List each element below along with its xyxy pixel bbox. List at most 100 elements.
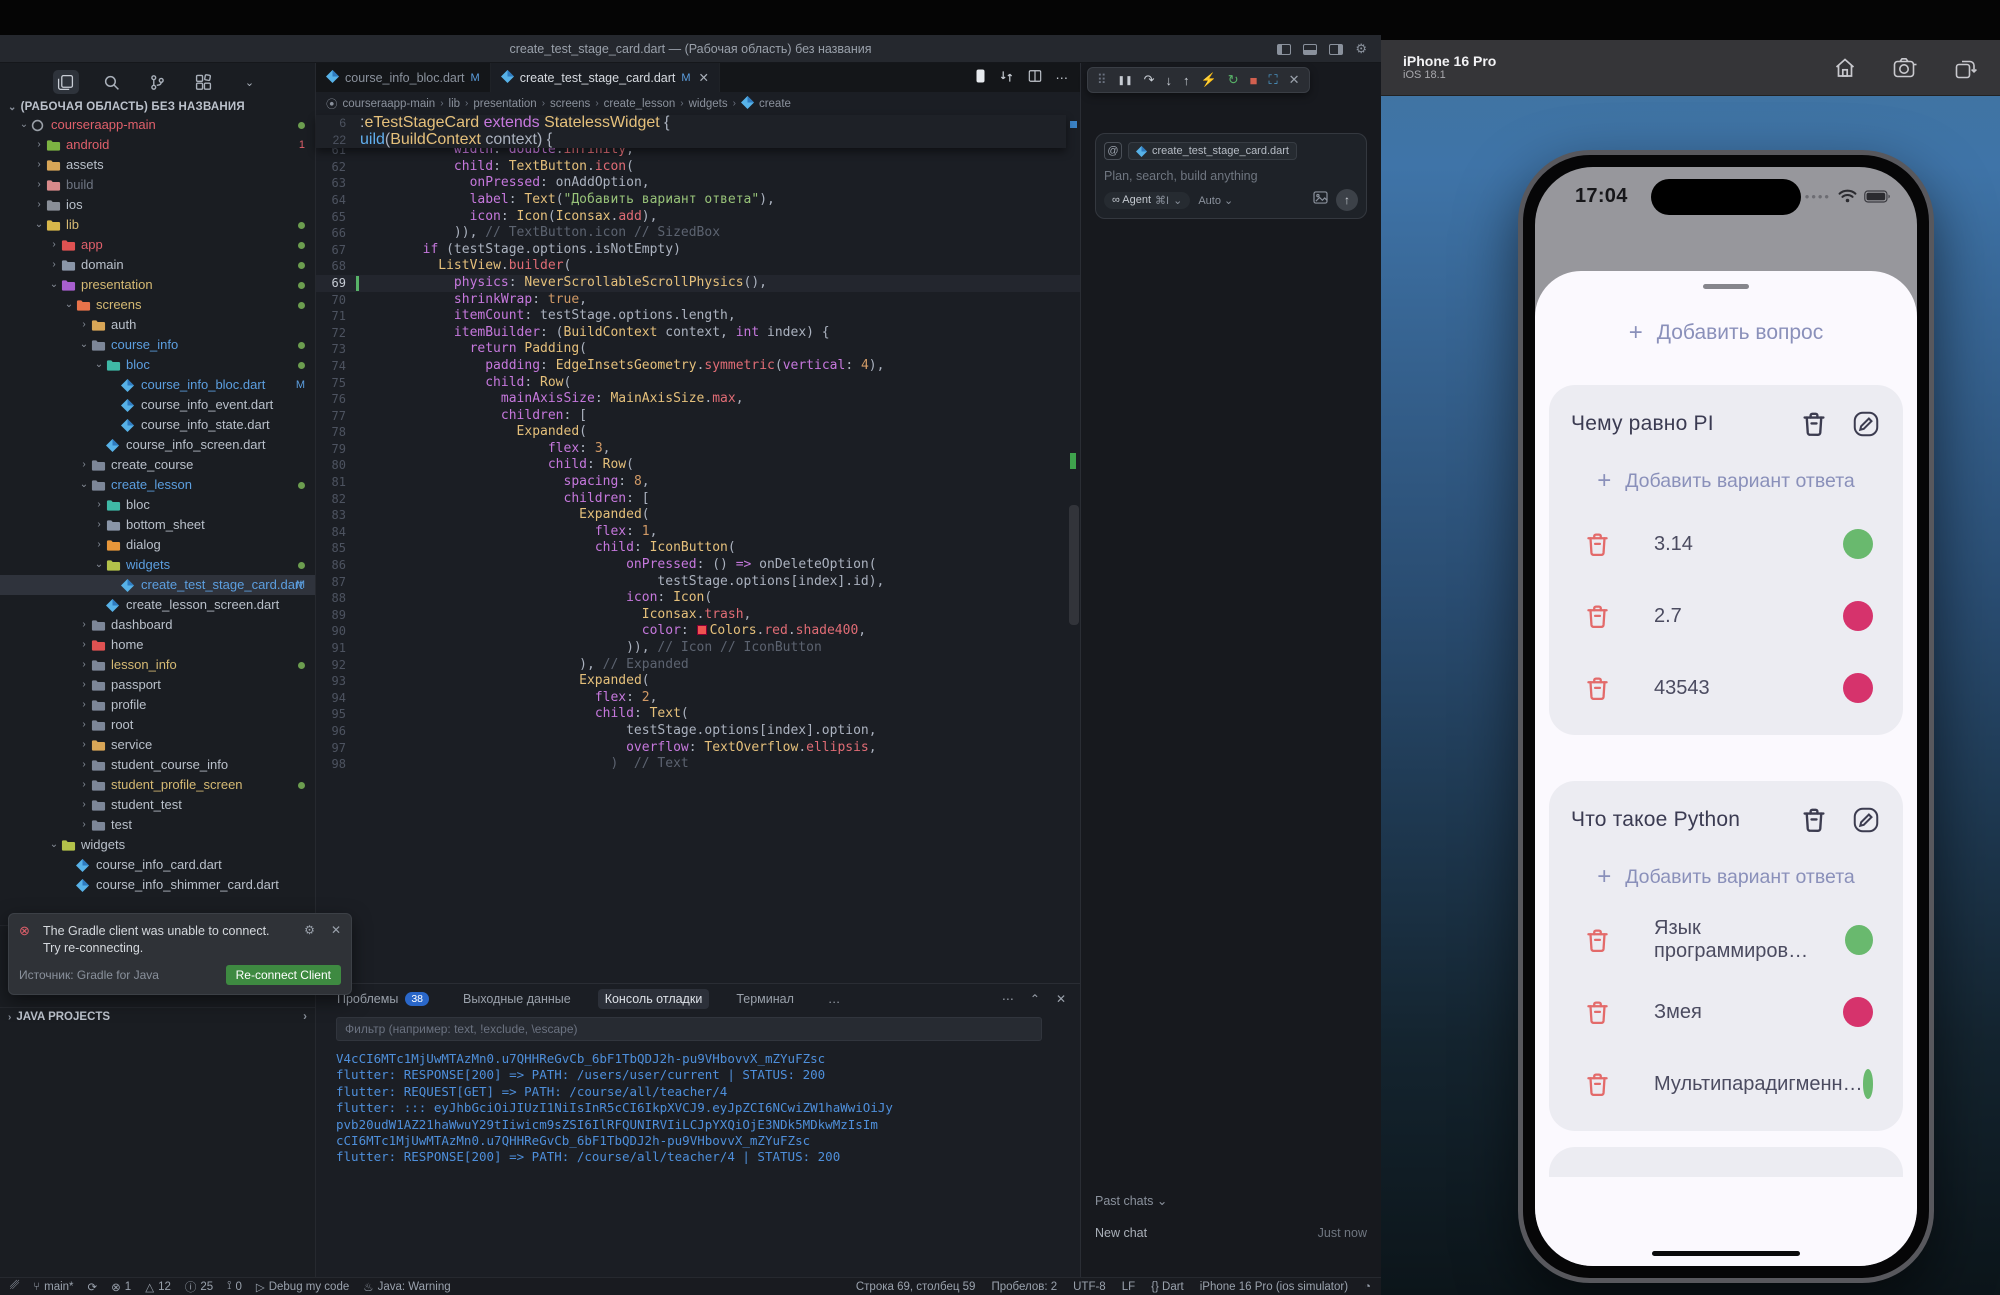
- layout-bottom-icon[interactable]: [1303, 43, 1318, 55]
- past-chats-dropdown[interactable]: Past chats ⌄: [1095, 1193, 1167, 1208]
- code-line-93[interactable]: 93 Expanded(: [316, 673, 1080, 690]
- sheet-drag-handle[interactable]: [1703, 284, 1749, 289]
- tree-item-student_profile_screen[interactable]: › student_profile_screen: [0, 775, 315, 795]
- code-line-97[interactable]: 97 overflow: TextOverflow.ellipsis,: [316, 740, 1080, 757]
- delete-option-icon[interactable]: [1583, 674, 1612, 703]
- overview-ruler[interactable]: [1066, 115, 1080, 983]
- inspector-icon[interactable]: ⛶: [1268, 72, 1277, 88]
- debug-console-output[interactable]: V4cCI6MTc1MjUwMTAzMn0.u7QHHReGvCb_6bF1Tb…: [336, 1051, 1080, 1166]
- context-file-chip[interactable]: create_test_stage_card.dart: [1128, 142, 1297, 160]
- compare-changes-icon[interactable]: [999, 69, 1014, 87]
- tree-item-widgets[interactable]: ⌄ widgets: [0, 555, 315, 575]
- option-correct-toggle[interactable]: [1843, 529, 1873, 559]
- tree-item-ios[interactable]: › ios: [0, 195, 315, 215]
- edit-question-icon[interactable]: [1851, 805, 1881, 835]
- statusbar-debug-Debug[interactable]: ▷ Debug my code: [256, 1280, 349, 1294]
- tree-item-course_info_state.dart[interactable]: course_info_state.dart: [0, 415, 315, 435]
- statusbar-sync[interactable]: ⟳: [88, 1280, 98, 1294]
- statusbar-branch-main*[interactable]: ⑂ main*: [33, 1281, 73, 1293]
- code-line-67[interactable]: 67 if (testStage.options.isNotEmpty): [316, 242, 1080, 259]
- code-line-84[interactable]: 84 flex: 1,: [316, 524, 1080, 541]
- tree-item-course_info_screen.dart[interactable]: course_info_screen.dart: [0, 435, 315, 455]
- tree-item-create_test_stage_card.dart[interactable]: create_test_stage_card.dart M: [0, 575, 315, 595]
- mention-chip[interactable]: @: [1104, 142, 1122, 160]
- split-editor-icon[interactable]: [1028, 69, 1042, 86]
- breadcrumb-item[interactable]: presentation: [473, 98, 536, 110]
- tree-item-course_info_shimmer_card.dart[interactable]: course_info_shimmer_card.dart: [0, 875, 315, 895]
- tree-item-courseraapp-main[interactable]: ⌄ courseraapp-main: [0, 115, 315, 135]
- code-line-90[interactable]: 90 color: Colors.red.shade400,: [316, 623, 1080, 640]
- chevron-down-icon[interactable]: ⌄: [237, 70, 263, 94]
- statusbar-ports-0[interactable]: ⟟ 0: [227, 1280, 242, 1293]
- editor-scrollbar[interactable]: [1069, 505, 1079, 625]
- tree-item-auth[interactable]: › auth: [0, 315, 315, 335]
- editor-tab-create_test_stage_card.dart[interactable]: create_test_stage_card.dart M ✕: [490, 63, 721, 92]
- tree-item-service[interactable]: › service: [0, 735, 315, 755]
- breadcrumb[interactable]: ⦿ courseraapp-main › lib › presentation › scree…: [316, 92, 1080, 115]
- layout-right-icon[interactable]: [1329, 43, 1344, 55]
- breadcrumb-item[interactable]: create_lesson: [604, 98, 676, 110]
- workspace-header[interactable]: ⌄ (РАБОЧАЯ ОБЛАСТЬ) БЕЗ НАЗВАНИЯ: [0, 97, 315, 115]
- code-line-72[interactable]: 72 itemBuilder: (BuildContext context, i…: [316, 325, 1080, 342]
- statusbar-item-{}[interactable]: {} Dart: [1151, 1281, 1184, 1293]
- tree-item-passport[interactable]: › passport: [0, 675, 315, 695]
- code-line-74[interactable]: 74 padding: EdgeInsetsGeometry.symmetric…: [316, 358, 1080, 375]
- statusbar-item-Строка[interactable]: Строка 69, столбец 59: [856, 1281, 976, 1293]
- send-button[interactable]: ↑: [1336, 189, 1358, 211]
- source-control-icon[interactable]: [145, 70, 171, 94]
- search-icon[interactable]: [99, 70, 125, 94]
- tree-item-build[interactable]: › build: [0, 175, 315, 195]
- statusbar-errors-1[interactable]: ⊗ 1: [111, 1280, 131, 1294]
- sticky-scroll[interactable]: 6:eTestStageCard extends StatelessWidget…: [316, 114, 1066, 149]
- statusbar-java-coffee-Java:[interactable]: ♨ Java: Warning: [363, 1280, 450, 1294]
- code-line-77[interactable]: 77 children: [: [316, 408, 1080, 425]
- code-line-80[interactable]: 80 child: Row(: [316, 457, 1080, 474]
- tree-item-create_course[interactable]: › create_course: [0, 455, 315, 475]
- code-line-78[interactable]: 78 Expanded(: [316, 424, 1080, 441]
- debug-console-filter-input[interactable]: [336, 1017, 1042, 1041]
- panel-tab-Выходные данные[interactable]: Выходные данные: [456, 989, 578, 1009]
- code-line-22[interactable]: 22 uild(BuildContext context) {: [316, 131, 1066, 149]
- statusbar-warnings-12[interactable]: △ 12: [145, 1280, 171, 1294]
- statusbar-item-iPhone[interactable]: iPhone 16 Pro (ios simulator): [1200, 1281, 1348, 1293]
- code-line-91[interactable]: 91 )), // Icon // IconButton: [316, 640, 1080, 657]
- code-line-65[interactable]: 65 icon: Icon(Iconsax.add),: [316, 209, 1080, 226]
- code-line-94[interactable]: 94 flex: 2,: [316, 690, 1080, 707]
- tree-item-bloc[interactable]: › bloc: [0, 495, 315, 515]
- statusbar-bell[interactable]: ◔: [1364, 1281, 1371, 1293]
- delete-question-icon[interactable]: [1799, 409, 1829, 439]
- tree-item-course_info_bloc.dart[interactable]: course_info_bloc.dart M: [0, 375, 315, 395]
- breadcrumb-item[interactable]: create: [759, 98, 791, 110]
- chat-history-item[interactable]: New chat Just now: [1095, 1226, 1367, 1240]
- home-icon[interactable]: [1832, 55, 1858, 81]
- code-line-66[interactable]: 66 )), // TextButton.icon // SizedBox: [316, 225, 1080, 242]
- code-line-95[interactable]: 95 child: Text(: [316, 706, 1080, 723]
- tree-item-screens[interactable]: ⌄ screens: [0, 295, 315, 315]
- tree-item-presentation[interactable]: ⌄ presentation: [0, 275, 315, 295]
- statusbar-item-UTF-8[interactable]: UTF-8: [1073, 1281, 1106, 1293]
- panel-tab-…[interactable]: …: [821, 989, 848, 1009]
- option-correct-toggle[interactable]: [1843, 997, 1873, 1027]
- code-editor[interactable]: 59 )), // SizedBox60 SizedBox(61 width: …: [316, 115, 1080, 983]
- layout-left-icon[interactable]: [1277, 43, 1292, 55]
- reconnect-client-button[interactable]: Re-connect Client: [225, 964, 341, 985]
- tree-item-profile[interactable]: › profile: [0, 695, 315, 715]
- code-line-71[interactable]: 71 itemCount: testStage.options.length,: [316, 308, 1080, 325]
- chat-input-box[interactable]: @ create_test_stage_card.dart Plan, sear…: [1095, 133, 1367, 219]
- code-line-98[interactable]: 98 ) // Text: [316, 756, 1080, 773]
- option-correct-toggle[interactable]: [1843, 601, 1873, 631]
- code-line-76[interactable]: 76 mainAxisSize: MainAxisSize.max,: [316, 391, 1080, 408]
- restart-icon[interactable]: ↻: [1228, 72, 1239, 88]
- delete-option-icon[interactable]: [1583, 530, 1612, 559]
- code-line-70[interactable]: 70 shrinkWrap: true,: [316, 292, 1080, 309]
- tree-item-root[interactable]: › root: [0, 715, 315, 735]
- tree-item-home[interactable]: › home: [0, 635, 315, 655]
- maximize-panel-icon[interactable]: ⌃: [1030, 992, 1040, 1006]
- code-line-69[interactable]: 69 physics: NeverScrollableScrollPhysics…: [316, 274, 1080, 292]
- attach-image-icon[interactable]: [1313, 191, 1328, 209]
- tree-item-bloc[interactable]: ⌄ bloc: [0, 355, 315, 375]
- step-into-icon[interactable]: ↓: [1166, 73, 1173, 88]
- edit-question-icon[interactable]: [1851, 409, 1881, 439]
- tree-item-course_info[interactable]: ⌄ course_info: [0, 335, 315, 355]
- breadcrumb-item[interactable]: courseraapp-main: [343, 98, 436, 110]
